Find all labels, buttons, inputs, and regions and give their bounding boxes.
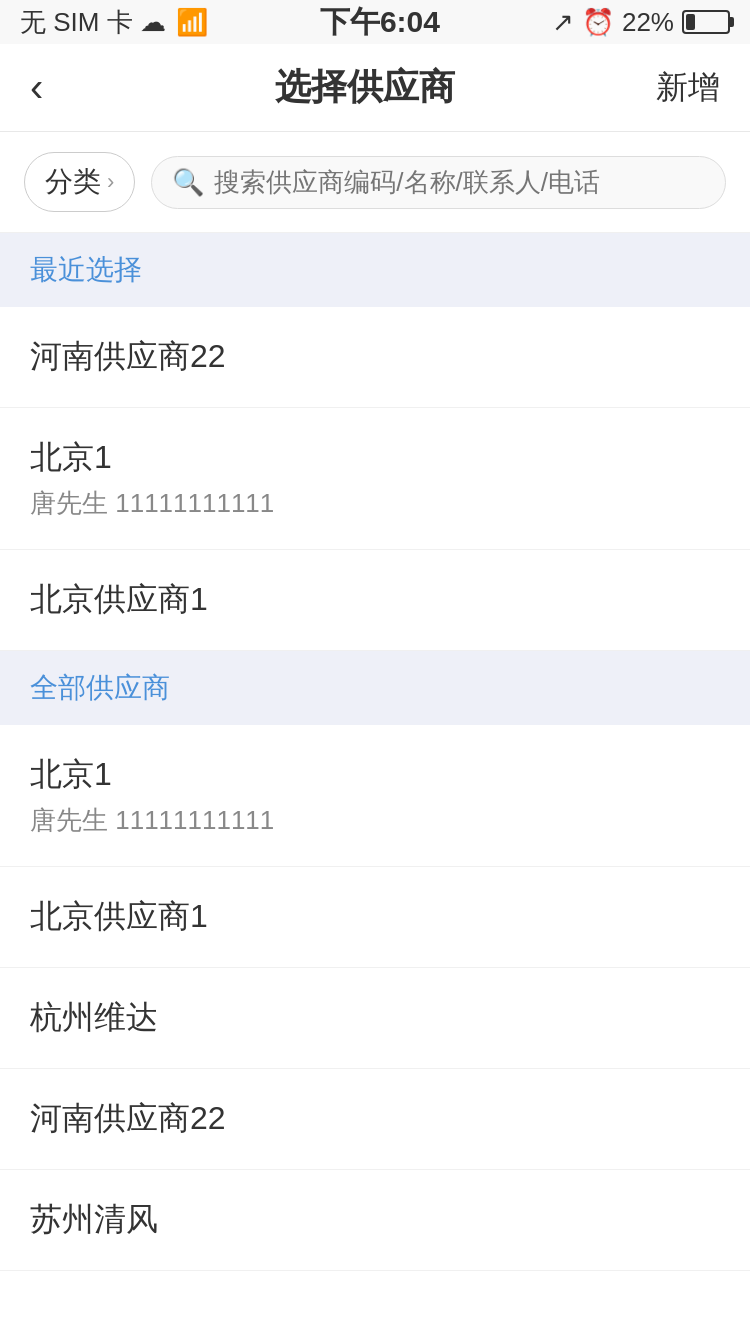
status-time: 下午6:04 bbox=[320, 2, 440, 43]
supplier-name: 河南供应商22 bbox=[30, 1097, 720, 1141]
battery-icon bbox=[682, 10, 730, 34]
list-item[interactable]: 苏州清风 bbox=[0, 1170, 750, 1271]
supplier-name: 北京1 bbox=[30, 436, 720, 480]
list-item[interactable]: 北京供应商1 bbox=[0, 550, 750, 651]
status-bar: 无 SIM 卡 ☁ 📶 下午6:04 ↗ ⏰ 22% bbox=[0, 0, 750, 44]
status-left: 无 SIM 卡 ☁ 📶 bbox=[20, 5, 208, 40]
list-item[interactable]: 北京1 唐先生 11111111111 bbox=[0, 725, 750, 867]
all-suppliers-list: 北京1 唐先生 11111111111 北京供应商1 杭州维达 河南供应商22 … bbox=[0, 725, 750, 1271]
supplier-detail: 唐先生 11111111111 bbox=[30, 803, 720, 838]
location-icon: ↗ bbox=[552, 7, 574, 38]
battery-percent: 22% bbox=[622, 7, 674, 38]
wifi-icon: 📶 bbox=[176, 7, 208, 38]
all-section-header: 全部供应商 bbox=[0, 651, 750, 725]
list-item[interactable]: 北京供应商1 bbox=[0, 867, 750, 968]
chevron-right-icon: › bbox=[107, 169, 114, 195]
supplier-name: 苏州清风 bbox=[30, 1198, 720, 1242]
supplier-name: 河南供应商22 bbox=[30, 335, 720, 379]
back-button[interactable]: ‹ bbox=[30, 65, 90, 110]
list-item[interactable]: 北京1 唐先生 11111111111 bbox=[0, 408, 750, 550]
alarm-icon: ⏰ bbox=[582, 7, 614, 38]
supplier-name: 杭州维达 bbox=[30, 996, 720, 1040]
search-input[interactable] bbox=[214, 167, 705, 198]
list-item[interactable]: 河南供应商22 bbox=[0, 1069, 750, 1170]
recent-list: 河南供应商22 北京1 唐先生 11111111111 北京供应商1 bbox=[0, 307, 750, 651]
sim-status: 无 SIM 卡 ☁ bbox=[20, 5, 166, 40]
supplier-name: 北京1 bbox=[30, 753, 720, 797]
nav-bar: ‹ 选择供应商 新增 bbox=[0, 44, 750, 132]
add-button[interactable]: 新增 bbox=[640, 66, 720, 110]
list-item[interactable]: 河南供应商22 bbox=[0, 307, 750, 408]
supplier-name: 北京供应商1 bbox=[30, 895, 720, 939]
filter-bar: 分类 › 🔍 bbox=[0, 132, 750, 233]
category-label: 分类 bbox=[45, 163, 101, 201]
search-box[interactable]: 🔍 bbox=[151, 156, 726, 209]
supplier-name: 北京供应商1 bbox=[30, 578, 720, 622]
list-item[interactable]: 杭州维达 bbox=[0, 968, 750, 1069]
page-title: 选择供应商 bbox=[90, 63, 640, 112]
supplier-detail: 唐先生 11111111111 bbox=[30, 486, 720, 521]
recent-section-header: 最近选择 bbox=[0, 233, 750, 307]
status-right: ↗ ⏰ 22% bbox=[552, 7, 730, 38]
search-icon: 🔍 bbox=[172, 167, 204, 198]
category-filter-button[interactable]: 分类 › bbox=[24, 152, 135, 212]
battery-fill bbox=[686, 14, 695, 30]
